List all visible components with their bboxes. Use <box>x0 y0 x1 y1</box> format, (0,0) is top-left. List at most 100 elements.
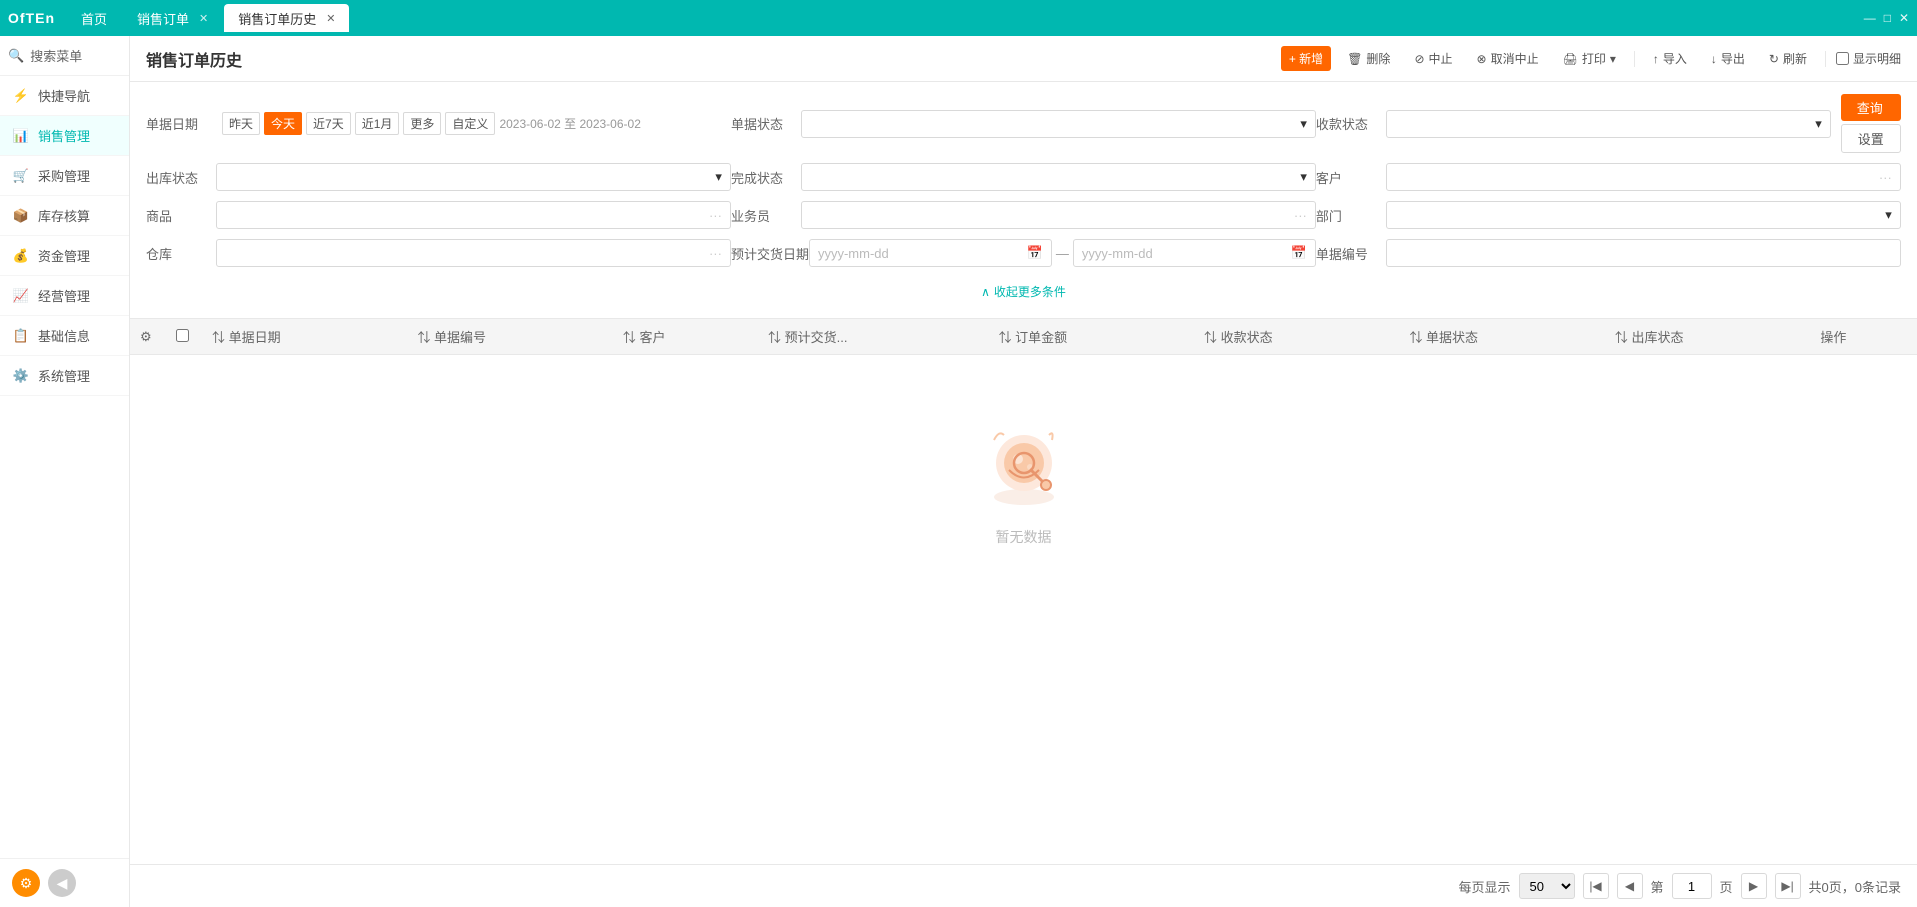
empty-text: 暂无数据 <box>996 527 1052 547</box>
sidebar-search[interactable]: 🔍 搜索菜单 <box>0 36 129 76</box>
filter-order-status-section: 单据状态 ▾ <box>731 110 1316 138</box>
customer-input[interactable]: ··· <box>1386 163 1901 191</box>
delete-button-label: 删除 <box>1366 50 1390 67</box>
tab-sales-order-history[interactable]: 销售订单历史 ✕ <box>224 4 349 32</box>
date-quick-btns: 昨天 今天 近7天 近1月 更多 自定义 <box>222 112 495 135</box>
pagination: 每页显示 10 20 50 100 |◀ ◀ 第 页 ▶ ▶| 共0页，0条记录 <box>130 864 1917 907</box>
export-button[interactable]: ↓ 导出 <box>1703 46 1753 71</box>
dept-arrow: ▾ <box>1885 207 1892 223</box>
th-expected-label: ⇅ 预计交货... <box>768 330 847 345</box>
out-status-select[interactable]: ▾ <box>216 163 731 191</box>
next-page-btn[interactable]: ▶ <box>1741 873 1767 899</box>
order-status-select[interactable]: ▾ <box>801 110 1316 138</box>
tab-home[interactable]: 首页 <box>67 4 121 32</box>
first-page-btn[interactable]: |◀ <box>1583 873 1609 899</box>
display-detail-toggle[interactable]: 显示明细 <box>1836 50 1901 67</box>
order-number-input[interactable] <box>1386 239 1901 267</box>
payment-status-label: 收款状态 <box>1316 114 1386 133</box>
collapse-label: 收起更多条件 <box>994 283 1066 300</box>
settings-button[interactable]: 设置 <box>1841 124 1901 153</box>
sidebar-collapse-btn[interactable]: ◀ <box>48 869 76 897</box>
window-close[interactable]: ✕ <box>1899 11 1909 25</box>
display-detail-checkbox[interactable] <box>1836 52 1849 65</box>
new-button[interactable]: + 新增 <box>1281 46 1331 71</box>
payment-status-select[interactable]: ▾ <box>1386 110 1831 138</box>
window-maximize[interactable]: □ <box>1884 11 1891 25</box>
filter-row-1: 单据日期 昨天 今天 近7天 近1月 更多 自定义 2023-06-02 至 2… <box>146 94 1901 153</box>
th-customer-label: ⇅ 客户 <box>623 330 666 345</box>
collapse-bar[interactable]: ∧ 收起更多条件 <box>146 277 1901 306</box>
total-info: 共0页，0条记录 <box>1809 877 1901 896</box>
customer-label: 客户 <box>1316 168 1386 187</box>
sidebar-item-quick-nav[interactable]: ⚡ 快捷导航 <box>0 76 129 116</box>
tab-sales-order-history-label: 销售订单历史 <box>238 9 316 28</box>
complete-status-select[interactable]: ▾ <box>801 163 1316 191</box>
warehouse-input[interactable]: ··· <box>216 239 731 267</box>
filter-customer-section: 客户 ··· <box>1316 163 1901 191</box>
th-out-status: ⇅ 出库状态 <box>1605 319 1810 355</box>
th-payment-status: ⇅ 收款状态 <box>1194 319 1399 355</box>
th-checkbox[interactable] <box>166 319 202 355</box>
out-status-arrow: ▾ <box>715 169 722 185</box>
delete-button[interactable]: 🗑 删除 <box>1339 46 1398 71</box>
sidebar-item-basic-info[interactable]: 📋 基础信息 <box>0 316 129 356</box>
cancel-stop-button[interactable]: ⊗ 取消中止 <box>1469 46 1547 71</box>
th-date: ⇅ 单据日期 <box>202 319 407 355</box>
page-number-input[interactable] <box>1672 873 1712 899</box>
btn-more[interactable]: 更多 <box>403 112 441 135</box>
sidebar-item-inventory[interactable]: 📦 库存核算 <box>0 196 129 236</box>
th-settings[interactable]: ⚙ <box>130 319 166 355</box>
last-page-btn[interactable]: ▶| <box>1775 873 1801 899</box>
btn-1month[interactable]: 近1月 <box>355 112 400 135</box>
filter-payment-status-section: 收款状态 ▾ 查询 设置 <box>1316 94 1901 153</box>
dept-select[interactable]: ▾ <box>1386 201 1901 229</box>
sidebar-item-system-mgmt[interactable]: ⚙️ 系统管理 <box>0 356 129 396</box>
customer-ellipsis-icon: ··· <box>1879 170 1892 185</box>
query-button[interactable]: 查询 <box>1841 94 1901 121</box>
window-minimize[interactable]: — <box>1864 11 1876 25</box>
th-number-label: ⇅ 单据编号 <box>417 330 486 345</box>
system-icon: ⚙️ <box>12 367 30 385</box>
stop-button[interactable]: ⊘ 中止 <box>1406 46 1460 71</box>
page-size-label: 每页显示 <box>1458 877 1510 896</box>
th-order-status: ⇅ 单据状态 <box>1399 319 1604 355</box>
inventory-icon: 📦 <box>12 207 30 225</box>
salesman-input[interactable]: ··· <box>801 201 1316 229</box>
tab-sales-order[interactable]: 销售订单 ✕ <box>123 4 222 32</box>
filter-complete-status-section: 完成状态 ▾ <box>731 163 1316 191</box>
date-separator: — <box>1056 246 1069 261</box>
brand-logo: OfTEn <box>8 10 55 26</box>
btn-yesterday[interactable]: 昨天 <box>222 112 260 135</box>
select-all-checkbox[interactable] <box>176 329 189 342</box>
import-button[interactable]: ↑ 导入 <box>1645 46 1695 71</box>
data-table: ⚙ ⇅ 单据日期 ⇅ 单据编号 ⇅ 客户 <box>130 319 1917 355</box>
goods-input[interactable]: ··· <box>216 201 731 229</box>
goods-label: 商品 <box>146 206 216 225</box>
stop-button-label: 中止 <box>1429 50 1453 67</box>
sidebar-item-purchase-mgmt[interactable]: 🛒 采购管理 <box>0 156 129 196</box>
refresh-icon: ↻ <box>1769 52 1779 66</box>
prev-page-btn[interactable]: ◀ <box>1617 873 1643 899</box>
page-size-select[interactable]: 10 20 50 100 <box>1519 873 1575 899</box>
order-number-label: 单据编号 <box>1316 244 1386 263</box>
refresh-button-label: 刷新 <box>1783 50 1807 67</box>
btn-today[interactable]: 今天 <box>264 112 302 135</box>
btn-7days[interactable]: 近7天 <box>306 112 351 135</box>
collapse-up-icon: ∧ <box>981 285 990 299</box>
th-order-status-label: ⇅ 单据状态 <box>1409 330 1478 345</box>
btn-custom[interactable]: 自定义 <box>445 112 495 135</box>
date-range-text: 2023-06-02 至 2023-06-02 <box>499 115 640 132</box>
page-word: 第 <box>1651 877 1664 896</box>
sidebar-item-operations[interactable]: 📈 经营管理 <box>0 276 129 316</box>
sidebar-settings-btn[interactable]: ⚙ <box>12 869 40 897</box>
tab-sales-order-history-close[interactable]: ✕ <box>326 12 335 25</box>
expected-date-start[interactable]: yyyy-mm-dd 📅 <box>809 239 1052 267</box>
tab-sales-order-close[interactable]: ✕ <box>199 12 208 25</box>
sidebar-item-sales-mgmt[interactable]: 📊 销售管理 <box>0 116 129 156</box>
query-button-label: 查询 <box>1857 98 1883 117</box>
expected-date-end[interactable]: yyyy-mm-dd 📅 <box>1073 239 1316 267</box>
print-button[interactable]: 🖨 打印 ▾ <box>1555 46 1624 71</box>
refresh-button[interactable]: ↻ 刷新 <box>1761 46 1815 71</box>
tab-sales-order-label: 销售订单 <box>137 9 189 28</box>
sidebar-item-finance[interactable]: 💰 资金管理 <box>0 236 129 276</box>
